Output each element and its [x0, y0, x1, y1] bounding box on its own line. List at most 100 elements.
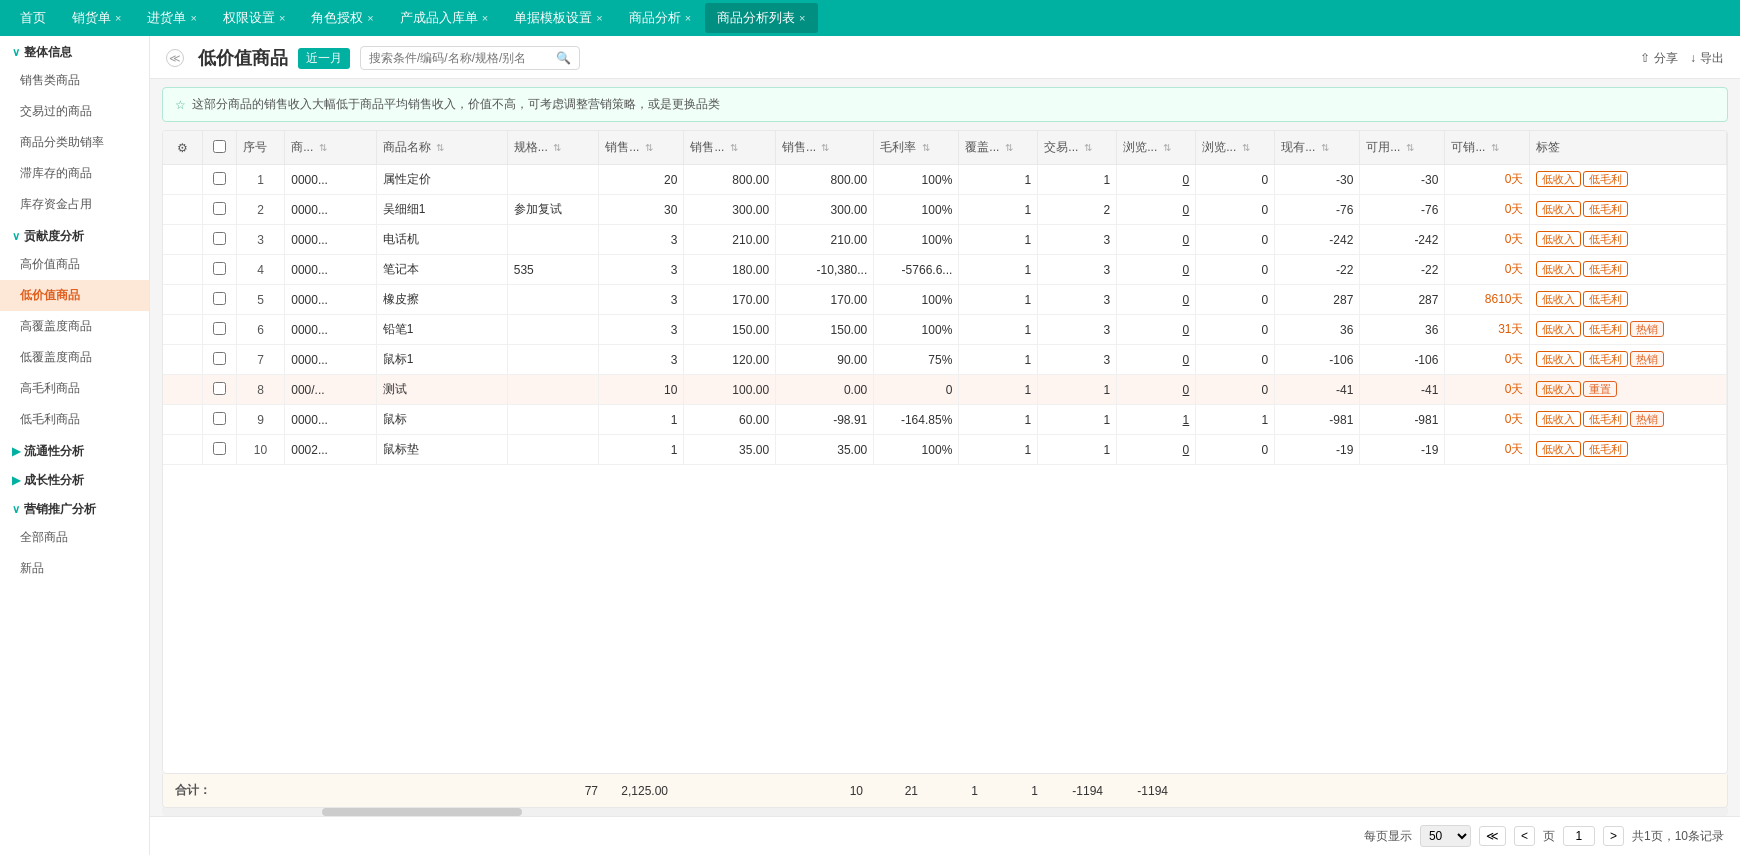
row-checkbox[interactable]	[213, 442, 226, 455]
cell-code: 0000...	[285, 165, 377, 195]
cell-trade: 1	[1038, 375, 1117, 405]
sidebar-group-整体信息[interactable]: ∨ 整体信息	[0, 36, 149, 65]
nav-item-商品分析列表[interactable]: 商品分析列表×	[705, 3, 817, 33]
col-coverage: 覆盖... ⇅	[959, 131, 1038, 165]
col-checkbox[interactable]	[202, 131, 236, 165]
sidebar-item-高价值商品[interactable]: 高价值商品	[0, 249, 149, 280]
nav-close-角色授权[interactable]: ×	[367, 12, 373, 24]
nav-item-进货单[interactable]: 进货单×	[135, 3, 208, 33]
cell-code: 000/...	[285, 375, 377, 405]
nav-item-销货单[interactable]: 销货单×	[60, 3, 133, 33]
cell-coverage: 1	[959, 405, 1038, 435]
select-all-checkbox[interactable]	[213, 140, 226, 153]
first-page-btn[interactable]: ≪	[1479, 826, 1506, 846]
cell-checkbox[interactable]	[202, 165, 236, 195]
sidebar-group-贡献度分析[interactable]: ∨ 贡献度分析	[0, 220, 149, 249]
sidebar-item-销售类商品[interactable]: 销售类商品	[0, 65, 149, 96]
view1-link[interactable]: 0	[1183, 233, 1190, 247]
row-checkbox[interactable]	[213, 202, 226, 215]
cell-checkbox[interactable]	[202, 405, 236, 435]
page-number-input[interactable]	[1563, 826, 1595, 846]
sidebar-item-商品分类助销率[interactable]: 商品分类助销率	[0, 127, 149, 158]
view1-link[interactable]: 0	[1183, 443, 1190, 457]
nav-item-商品分析[interactable]: 商品分析×	[617, 3, 703, 33]
nav-close-权限设置[interactable]: ×	[279, 12, 285, 24]
cell-checkbox[interactable]	[202, 285, 236, 315]
sidebar-item-全部商品[interactable]: 全部商品	[0, 522, 149, 553]
view1-link[interactable]: 0	[1183, 293, 1190, 307]
nav-item-角色授权[interactable]: 角色授权×	[299, 3, 385, 33]
sidebar-item-低毛利商品[interactable]: 低毛利商品	[0, 404, 149, 435]
cell-tags: 低收入低毛利热销	[1530, 345, 1727, 375]
nav-close-单据模板设置[interactable]: ×	[596, 12, 602, 24]
time-tag-btn[interactable]: 近一月	[298, 48, 350, 69]
cell-checkbox[interactable]	[202, 435, 236, 465]
view1-link[interactable]: 0	[1183, 263, 1190, 277]
cell-sale-amount: 800.00	[776, 165, 874, 195]
prev-page-btn[interactable]: <	[1514, 826, 1535, 846]
row-checkbox[interactable]	[213, 352, 226, 365]
cell-tags: 低收入低毛利	[1530, 225, 1727, 255]
cell-checkbox[interactable]	[202, 375, 236, 405]
nav-item-产成品入库单[interactable]: 产成品入库单×	[388, 3, 500, 33]
pagination-bar: 每页显示 50 100 ≪ < 页 > 共1页，10条记录	[150, 816, 1740, 855]
summary-sale-price: 2,125.00	[604, 784, 674, 798]
row-checkbox[interactable]	[213, 382, 226, 395]
view1-link[interactable]: 0	[1183, 203, 1190, 217]
col-gear[interactable]: ⚙	[163, 131, 202, 165]
row-checkbox[interactable]	[213, 412, 226, 425]
sidebar-item-新品[interactable]: 新品	[0, 553, 149, 584]
cell-checkbox[interactable]	[202, 225, 236, 255]
row-checkbox[interactable]	[213, 232, 226, 245]
sidebar-group-成长性分析[interactable]: ▶ 成长性分析	[0, 464, 149, 493]
col-sale-price: 销售... ⇅	[684, 131, 776, 165]
view1-link[interactable]: 1	[1183, 413, 1190, 427]
sidebar-group-营销推广分析[interactable]: ∨ 营销推广分析	[0, 493, 149, 522]
sidebar-item-高毛利商品[interactable]: 高毛利商品	[0, 373, 149, 404]
nav-item-单据模板设置[interactable]: 单据模板设置×	[502, 3, 614, 33]
nav-close-商品分析[interactable]: ×	[685, 12, 691, 24]
search-input[interactable]	[369, 51, 552, 65]
cell-view2: 0	[1196, 255, 1275, 285]
sidebar-item-高覆盖度商品[interactable]: 高覆盖度商品	[0, 311, 149, 342]
sidebar-item-低价值商品[interactable]: 低价值商品	[0, 280, 149, 311]
cell-sale-amount: 300.00	[776, 195, 874, 225]
row-checkbox[interactable]	[213, 292, 226, 305]
next-page-btn[interactable]: >	[1603, 826, 1624, 846]
cell-sale-amount: 90.00	[776, 345, 874, 375]
cell-name: 电话机	[376, 225, 507, 255]
sidebar-collapse-btn[interactable]: ≪	[166, 49, 184, 67]
sidebar-item-滞库存的商品[interactable]: 滞库存的商品	[0, 158, 149, 189]
sidebar-item-低覆盖度商品[interactable]: 低覆盖度商品	[0, 342, 149, 373]
sidebar-item-库存资金占用[interactable]: 库存资金占用	[0, 189, 149, 220]
nav-close-进货单[interactable]: ×	[190, 12, 196, 24]
export-btn[interactable]: ↓ 导出	[1690, 50, 1724, 67]
cell-gear	[163, 255, 202, 285]
row-checkbox[interactable]	[213, 172, 226, 185]
sidebar-item-交易过的商品[interactable]: 交易过的商品	[0, 96, 149, 127]
nav-item-权限设置[interactable]: 权限设置×	[211, 3, 297, 33]
sidebar-group-流通性分析[interactable]: ▶ 流通性分析	[0, 435, 149, 464]
nav-close-销货单[interactable]: ×	[115, 12, 121, 24]
cell-checkbox[interactable]	[202, 195, 236, 225]
view1-link[interactable]: 0	[1183, 383, 1190, 397]
row-checkbox[interactable]	[213, 262, 226, 275]
cell-available: -22	[1360, 255, 1445, 285]
tag-label: 低收入	[1536, 171, 1581, 187]
share-btn[interactable]: ⇧ 分享	[1640, 50, 1678, 67]
per-page-select[interactable]: 50 100	[1420, 825, 1471, 847]
nav-item-首页[interactable]: 首页	[8, 3, 58, 33]
scrollbar-thumb[interactable]	[322, 808, 522, 816]
scrollbar-area[interactable]	[162, 808, 1728, 816]
view1-link[interactable]: 0	[1183, 323, 1190, 337]
view1-link[interactable]: 0	[1183, 353, 1190, 367]
nav-close-产成品入库单[interactable]: ×	[482, 12, 488, 24]
nav-close-商品分析列表[interactable]: ×	[799, 12, 805, 24]
row-checkbox[interactable]	[213, 322, 226, 335]
view1-link[interactable]: 0	[1183, 173, 1190, 187]
cell-checkbox[interactable]	[202, 315, 236, 345]
cell-checkbox[interactable]	[202, 345, 236, 375]
search-icon[interactable]: 🔍	[556, 51, 571, 65]
cell-checkbox[interactable]	[202, 255, 236, 285]
cell-view2: 0	[1196, 375, 1275, 405]
